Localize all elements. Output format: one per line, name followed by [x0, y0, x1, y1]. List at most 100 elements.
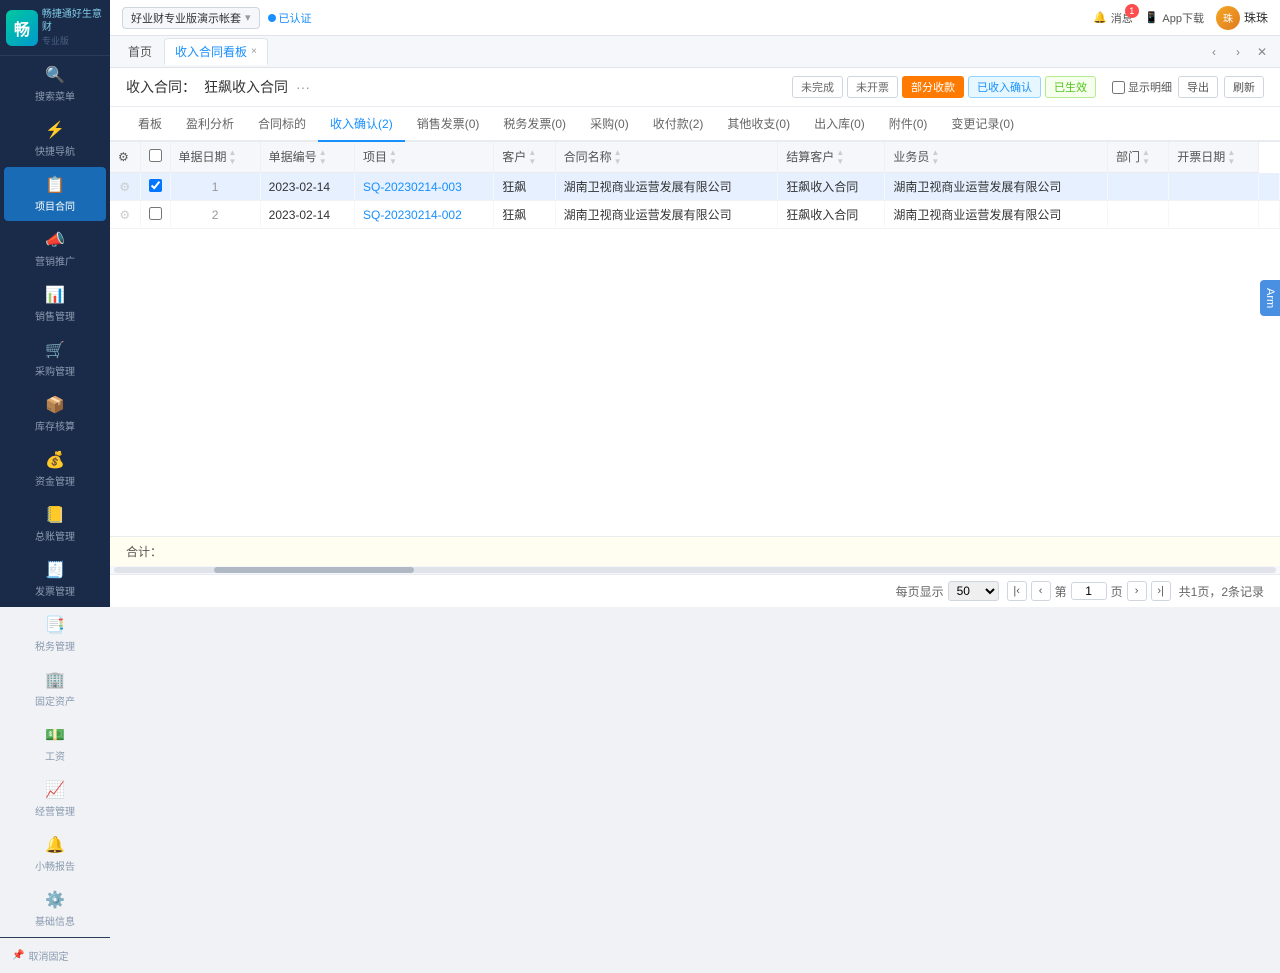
- col-header-9[interactable]: 部门▲▼: [1108, 142, 1169, 173]
- sub-tab-2[interactable]: 合同标的: [246, 107, 318, 142]
- float-action-button[interactable]: Arm: [1260, 280, 1280, 316]
- last-page-button[interactable]: ›|: [1151, 581, 1171, 601]
- verified-label: 已认证: [279, 10, 312, 26]
- message-badge: 1: [1125, 4, 1139, 18]
- sidebar-item-inventory[interactable]: 📦库存核算: [4, 387, 106, 441]
- sidebar-item-general[interactable]: 📒总账管理: [4, 497, 106, 551]
- col-header-2[interactable]: 单据日期▲▼: [170, 142, 260, 173]
- status-btn-3[interactable]: 已收入确认: [968, 76, 1041, 98]
- sidebar-item-project[interactable]: 📋项目合同: [4, 167, 106, 221]
- scrollbar-thumb[interactable]: [214, 567, 414, 573]
- sidebar-item-basic[interactable]: ⚙️基础信息: [4, 882, 106, 936]
- sidebar-item-tax[interactable]: 📑税务管理: [4, 607, 106, 661]
- per-page-select[interactable]: 50 20 100: [948, 581, 999, 601]
- next-page-button[interactable]: ›: [1127, 581, 1147, 601]
- data-table: ⚙ 单据日期▲▼单据编号▲▼项目▲▼客户▲▼合同名称▲▼结算客户▲▼业务员▲▼部门…: [110, 142, 1280, 229]
- sidebar-label-nav: 快捷导航: [35, 143, 75, 158]
- sort-icon: ▲▼: [389, 149, 397, 166]
- sub-tab-0[interactable]: 看板: [126, 107, 174, 142]
- sidebar-item-capital[interactable]: 💰资金管理: [4, 442, 106, 496]
- col-header-4[interactable]: 项目▲▼: [355, 142, 494, 173]
- pagination-nav: |‹ ‹ 第 页 › ›|: [1007, 581, 1171, 601]
- sidebar-item-purchase[interactable]: 🛒采购管理: [4, 332, 106, 386]
- sub-tab-10[interactable]: 附件(0): [877, 107, 940, 142]
- scrollbar[interactable]: [110, 566, 1280, 574]
- col-header-8[interactable]: 业务员▲▼: [885, 142, 1108, 173]
- sidebar-label-report: 小畅报告: [35, 858, 75, 873]
- sidebar-item-mgmt[interactable]: 📈 经营管理: [4, 772, 106, 826]
- col-header-7[interactable]: 结算客户▲▼: [778, 142, 885, 173]
- first-page-button[interactable]: |‹: [1007, 581, 1027, 601]
- settings-icon[interactable]: ⚙: [118, 150, 129, 164]
- tab-prev-button[interactable]: ‹: [1204, 42, 1224, 62]
- page-header: 收入合同： 狂飙收入合同 ··· 未完成未开票部分收款已收入确认已生效 显示明细…: [110, 68, 1280, 107]
- page-more-button[interactable]: ···: [296, 79, 310, 95]
- sub-tab-6[interactable]: 采购(0): [578, 107, 641, 142]
- sidebar-icon-basic: ⚙️: [45, 890, 65, 910]
- select-all-checkbox[interactable]: [149, 149, 162, 162]
- sub-tab-4[interactable]: 销售发票(0): [405, 107, 492, 142]
- user-area[interactable]: 珠 珠珠: [1216, 6, 1268, 30]
- sort-icon: ▲▼: [1227, 149, 1235, 166]
- tab-contract-board[interactable]: 收入合同看板 ×: [164, 38, 268, 65]
- unpin-icon: 📌: [12, 950, 24, 961]
- row-checkbox-1[interactable]: [140, 201, 170, 229]
- sub-tab-5[interactable]: 税务发票(0): [491, 107, 578, 142]
- row-salesman-1: [1108, 201, 1169, 229]
- page-input[interactable]: [1071, 582, 1107, 600]
- sidebar-item-report[interactable]: 🔔小畅报告: [4, 827, 106, 881]
- col-header-5[interactable]: 客户▲▼: [494, 142, 555, 173]
- sidebar-item-marketing[interactable]: 📣营销推广: [4, 222, 106, 276]
- sidebar-icon-mgmt: 📈: [45, 780, 65, 800]
- sidebar-label-capital: 资金管理: [35, 473, 75, 488]
- verified-dot: [268, 14, 276, 22]
- tab-next-button[interactable]: ›: [1228, 42, 1248, 62]
- show-detail-input[interactable]: [1112, 81, 1125, 94]
- sidebar-item-hr[interactable]: 💵工资: [4, 717, 106, 771]
- sub-tab-9[interactable]: 出入库(0): [802, 107, 877, 142]
- sidebar-item-nav[interactable]: ⚡快捷导航: [4, 112, 106, 166]
- company-selector[interactable]: 好业财专业版演示帐套 ▾: [122, 7, 260, 29]
- tab-close-button[interactable]: ×: [251, 46, 257, 57]
- row-checkbox-0[interactable]: [140, 173, 170, 201]
- status-btn-2[interactable]: 部分收款: [902, 76, 964, 98]
- tab-home[interactable]: 首页: [118, 39, 162, 64]
- sidebar-item-invoice[interactable]: 🧾发票管理: [4, 552, 106, 606]
- refresh-button[interactable]: 刷新: [1224, 76, 1264, 98]
- sub-tab-1[interactable]: 盈利分析: [174, 107, 246, 142]
- sidebar-label-mgmt: 经营管理: [35, 803, 75, 818]
- col-header-6[interactable]: 合同名称▲▼: [555, 142, 778, 173]
- status-btn-0[interactable]: 未完成: [792, 76, 843, 98]
- sidebar-icon-general: 📒: [45, 505, 65, 525]
- export-button[interactable]: 导出: [1178, 76, 1218, 98]
- sub-tab-11[interactable]: 变更记录(0): [939, 107, 1026, 142]
- show-detail-checkbox[interactable]: 显示明细: [1112, 79, 1172, 95]
- row-icon-0: ⚙: [110, 173, 140, 201]
- sub-tab-3[interactable]: 收入确认(2): [318, 107, 405, 142]
- message-button[interactable]: 🔔 消息 1: [1093, 10, 1133, 26]
- row-order-0[interactable]: SQ-20230214-003: [355, 173, 494, 201]
- sidebar-item-fixed[interactable]: 🏢固定资产: [4, 662, 106, 716]
- sidebar-item-search[interactable]: 🔍搜索菜单: [4, 57, 106, 111]
- company-name: 好业财专业版演示帐套: [131, 10, 241, 26]
- row-date-1: 2023-02-14: [260, 201, 354, 229]
- sidebar-item-sales[interactable]: 📊销售管理: [4, 277, 106, 331]
- table-row[interactable]: ⚙12023-02-14SQ-20230214-003狂飙湖南卫视商业运营发展有…: [110, 173, 1280, 201]
- table-row[interactable]: ⚙22023-02-14SQ-20230214-002狂飙湖南卫视商业运营发展有…: [110, 201, 1280, 229]
- sidebar-icon-tax: 📑: [45, 615, 65, 635]
- row-order-1[interactable]: SQ-20230214-002: [355, 201, 494, 229]
- prev-page-button[interactable]: ‹: [1031, 581, 1051, 601]
- col-header-10[interactable]: 开票日期▲▼: [1169, 142, 1259, 173]
- sub-tab-8[interactable]: 其他收支(0): [715, 107, 802, 142]
- col-header-3[interactable]: 单据编号▲▼: [260, 142, 354, 173]
- header-actions: 显示明细 导出 刷新: [1112, 76, 1264, 98]
- tab-close-all-button[interactable]: ✕: [1252, 42, 1272, 62]
- status-btn-1[interactable]: 未开票: [847, 76, 898, 98]
- sidebar-label-fixed: 固定资产: [35, 693, 75, 708]
- logo: 畅 畅捷通好生意财 专业版: [0, 0, 110, 56]
- unpin-button[interactable]: 📌 取消固定: [6, 944, 104, 967]
- sub-tab-7[interactable]: 收付款(2): [641, 107, 716, 142]
- status-btn-4[interactable]: 已生效: [1045, 76, 1096, 98]
- app-download-button[interactable]: 📱 App下载: [1145, 10, 1204, 26]
- row-settle-0: 湖南卫视商业运营发展有限公司: [885, 173, 1108, 201]
